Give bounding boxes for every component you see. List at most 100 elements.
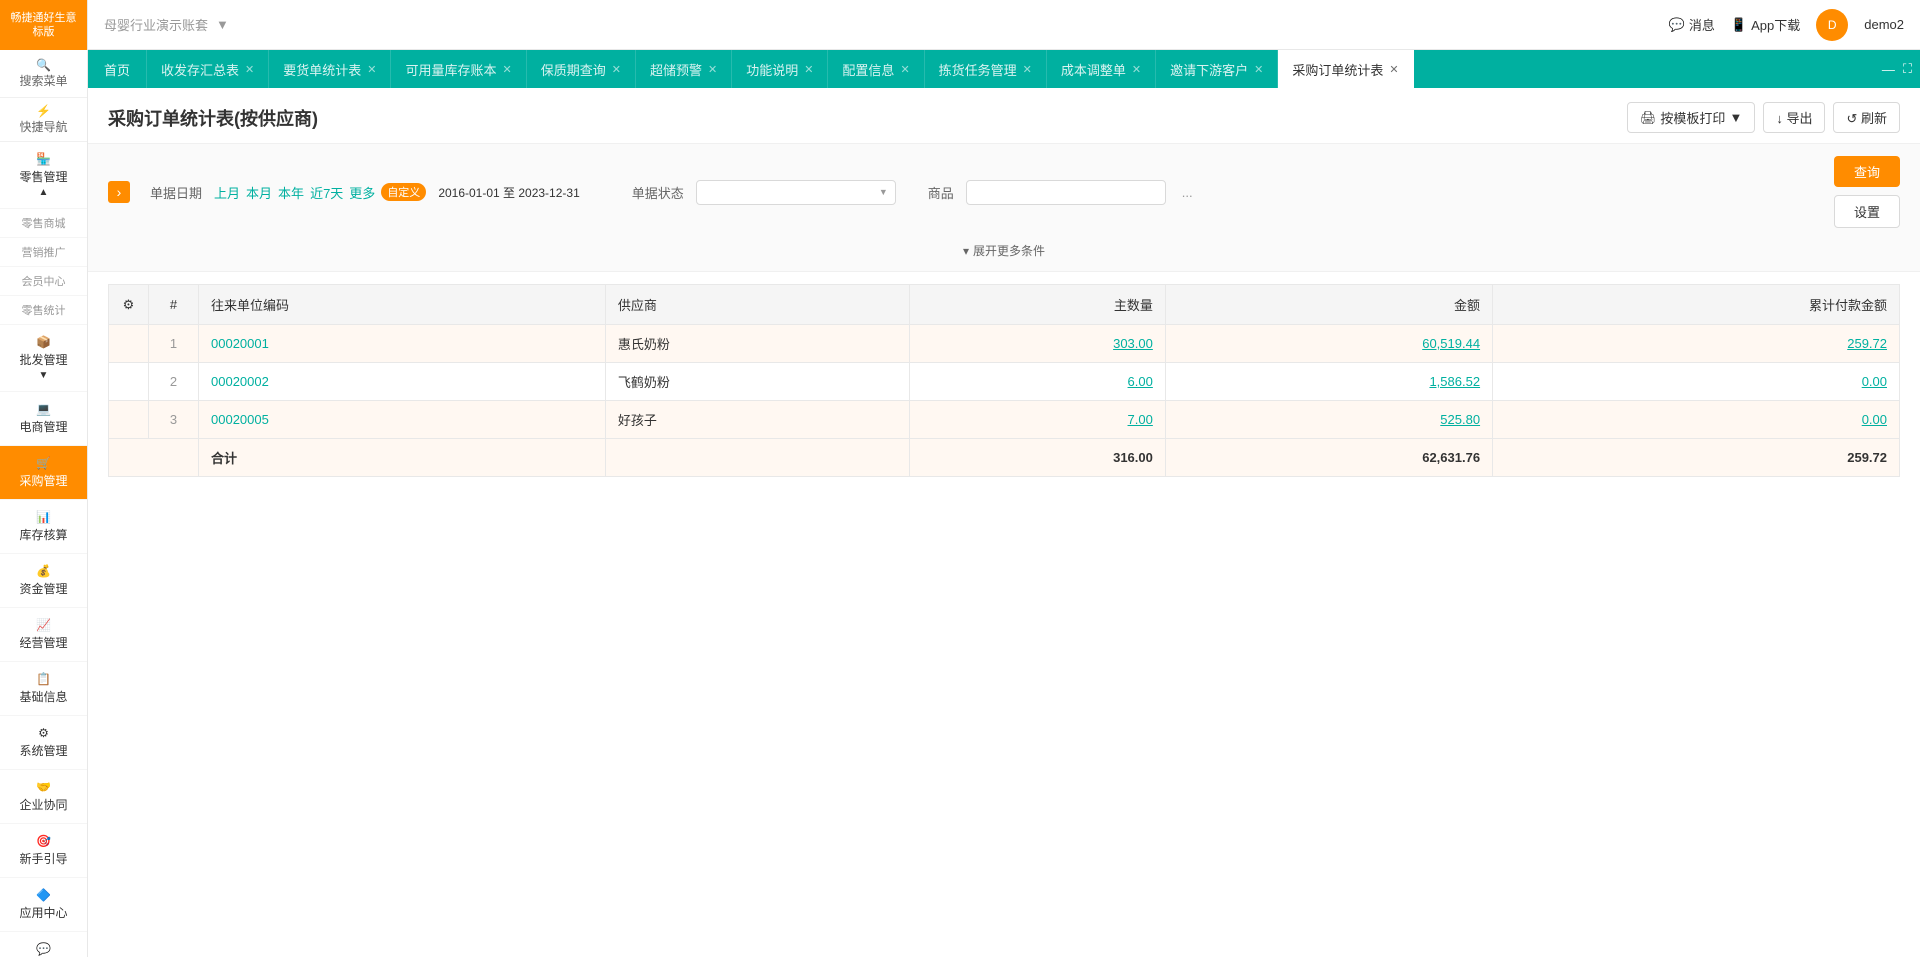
table-container: ⚙ # 往来单位编码 供应商 主数量 金额 累计付款金额 1 00020001 … [88,272,1920,489]
print-dropdown-icon[interactable]: ▼ [1729,110,1742,125]
username[interactable]: demo2 [1864,17,1904,32]
goods-more-icon[interactable]: ... [1178,185,1197,200]
close-icon[interactable]: ✕ [900,63,909,76]
row-settings [109,363,149,401]
row-code[interactable]: 00020005 [199,401,606,439]
row-amount[interactable]: 1,586.52 [1165,363,1492,401]
table-row[interactable]: 3 00020005 好孩子 7.00 525.80 0.00 [109,401,1900,439]
close-icon[interactable]: ✕ [1254,63,1263,76]
sidebar-item-label: 营销推广 [22,244,66,260]
close-icon[interactable]: ✕ [804,63,813,76]
sidebar-item-system[interactable]: ⚙ 系统管理 [0,716,87,770]
row-code[interactable]: 00020001 [199,325,606,363]
tab-item-2[interactable]: 要货单统计表 ✕ [269,50,391,88]
sidebar-item-finance[interactable]: 💰 资金管理 [0,554,87,608]
tab-label: 功能说明 [746,60,798,79]
row-paid[interactable]: 259.72 [1493,325,1900,363]
row-paid[interactable]: 0.00 [1493,363,1900,401]
tab-label: 成本调整单 [1061,60,1126,79]
sidebar-item-retail-shop[interactable]: 零售商城 [0,209,87,238]
shortcut-last-month[interactable]: 上月 [214,183,240,202]
tab-item-3[interactable]: 可用量库存账本 ✕ [391,50,526,88]
query-button[interactable]: 查询 [1834,156,1900,187]
sidebar-item-wholesale[interactable]: 📦 批发管理 ▼ [0,325,87,392]
sidebar-item-app-center[interactable]: 🔷 应用中心 [0,878,87,932]
close-icon[interactable]: ✕ [367,63,376,76]
tab-item-9[interactable]: 成本调整单 ✕ [1047,50,1156,88]
close-icon[interactable]: ✕ [1132,63,1141,76]
tab-item-6[interactable]: 功能说明 ✕ [732,50,828,88]
tab-item-5[interactable]: 超储预警 ✕ [636,50,732,88]
sidebar-item-basic-info[interactable]: 📋 基础信息 [0,662,87,716]
search-icon: 🔍 [6,58,81,72]
shortcut-this-year[interactable]: 本年 [278,183,304,202]
sidebar-item-label: 采购管理 [19,472,67,489]
sidebar-item-operations[interactable]: 📈 经营管理 [0,608,87,662]
print-button[interactable]: 🖨 按模板打印 ▼ [1627,102,1755,133]
refresh-button[interactable]: ↺ 刷新 [1833,102,1900,133]
sidebar-item-retail-stats[interactable]: 零售统计 [0,296,87,325]
shortcut-more[interactable]: 更多 [349,183,375,202]
row-amount[interactable]: 60,519.44 [1165,325,1492,363]
status-select[interactable] [696,180,896,205]
sidebar-item-inventory[interactable]: 📊 库存核算 [0,500,87,554]
tab-item-8[interactable]: 拣货任务管理 ✕ [925,50,1047,88]
col-settings[interactable]: ⚙ [109,285,149,325]
close-icon[interactable]: ✕ [708,63,717,76]
sidebar-item-collab[interactable]: 🤝 企业协同 [0,770,87,824]
sidebar-item-newbie[interactable]: 🎯 新手引导 [0,824,87,878]
row-paid[interactable]: 0.00 [1493,401,1900,439]
avatar[interactable]: D [1816,9,1848,41]
row-quantity[interactable]: 303.00 [910,325,1166,363]
sidebar-item-wechat[interactable]: 💬 企业微信 [0,932,87,957]
close-icon[interactable]: ✕ [245,63,254,76]
close-icon[interactable]: ✕ [1023,63,1032,76]
goods-input[interactable] [966,180,1166,205]
date-range-display[interactable]: 2016-01-01 至 2023-12-31 [438,184,579,201]
table-row[interactable]: 2 00020002 飞鹤奶粉 6.00 1,586.52 0.00 [109,363,1900,401]
top-bar: 母婴行业演示账套 ▼ 💬 消息 📱 App下载 D demo2 [88,0,1920,50]
sidebar-item-search[interactable]: 🔍 搜索菜单 [0,50,87,98]
app-download-btn[interactable]: 📱 App下载 [1731,15,1800,34]
row-code[interactable]: 00020002 [199,363,606,401]
tab-item-7[interactable]: 配置信息 ✕ [828,50,924,88]
filter-toggle-button[interactable]: › [108,181,130,203]
close-icon[interactable]: ✕ [612,63,621,76]
sidebar-item-label: 经营管理 [19,634,67,651]
sidebar-item-marketing[interactable]: 营销推广 [0,238,87,267]
row-quantity[interactable]: 7.00 [910,401,1166,439]
tab-item-4[interactable]: 保质期查询 ✕ [527,50,636,88]
basic-info-icon: 📋 [36,672,51,686]
dropdown-label[interactable]: 母婴行业演示账套 [104,15,208,34]
download-icon: 📱 [1731,17,1747,33]
shortcut-7days[interactable]: 近7天 [310,183,343,202]
settings-icon[interactable]: ⚙ [123,297,135,312]
expand-more-btn[interactable]: ▾ 展开更多条件 [108,236,1900,259]
table-row[interactable]: 1 00020001 惠氏奶粉 303.00 60,519.44 259.72 [109,325,1900,363]
tab-item-10[interactable]: 邀请下游客户 ✕ [1156,50,1278,88]
shortcut-this-month[interactable]: 本月 [246,183,272,202]
col-num: # [149,285,199,325]
row-quantity[interactable]: 6.00 [910,363,1166,401]
export-button[interactable]: ↓ 导出 [1763,102,1825,133]
tab-item-1[interactable]: 收发存汇总表 ✕ [147,50,269,88]
sidebar-item-member-center[interactable]: 会员中心 [0,267,87,296]
status-filter-label: 单据状态 [632,183,684,202]
sidebar-item-ecommerce[interactable]: 💻 电商管理 [0,392,87,446]
custom-badge[interactable]: 自定义 [381,183,426,201]
close-icon[interactable]: ✕ [503,63,512,76]
sidebar-item-retail-mgmt[interactable]: 🏪 零售管理 ▲ [0,142,87,209]
tab-home[interactable]: 首页 [88,50,147,88]
sidebar-item-quick-nav[interactable]: ⚡ 快捷导航 [0,98,87,142]
close-icon[interactable]: ✕ [1389,63,1398,76]
tab-item-11[interactable]: 采购订单统计表 ✕ [1278,50,1413,88]
logo-text: 畅捷通好生意标版 [11,11,77,40]
dropdown-arrow-icon[interactable]: ▼ [216,17,229,32]
sidebar-item-purchase-mgmt[interactable]: 🛒 采购管理 [0,446,87,500]
settings-button[interactable]: 设置 [1834,195,1900,228]
message-btn[interactable]: 💬 消息 [1669,15,1715,34]
minimize-icon[interactable]: — [1882,62,1895,77]
export-icon: ↓ [1776,111,1783,126]
row-amount[interactable]: 525.80 [1165,401,1492,439]
maximize-icon[interactable]: ⛶ [1903,61,1912,77]
